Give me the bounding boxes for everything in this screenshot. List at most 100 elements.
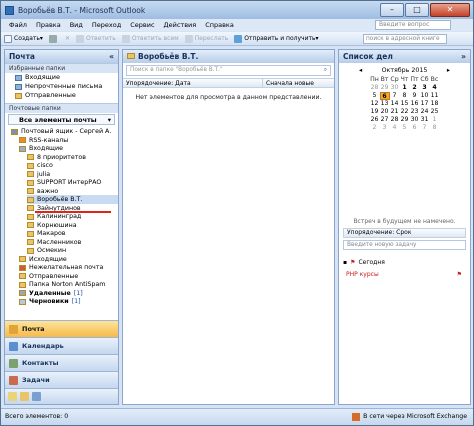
annotation-underline — [35, 211, 111, 213]
forward-button[interactable]: Переслать — [184, 34, 228, 43]
menu-edit[interactable]: Правка — [36, 21, 61, 29]
folder-title: Воробьёв В.Т. — [123, 50, 334, 63]
calendar-day[interactable]: 29 — [380, 84, 390, 92]
nav-button-tasks[interactable]: Задачи — [5, 371, 118, 388]
collapse-chevron-icon[interactable]: « — [109, 50, 114, 63]
reply-all-button[interactable]: Ответить всем — [121, 34, 179, 43]
calendar-day[interactable]: 2 — [410, 84, 420, 92]
calendar-day[interactable]: 7 — [390, 92, 400, 100]
calendar-day[interactable]: 20 — [380, 108, 390, 116]
folder-list-icon[interactable] — [20, 392, 29, 401]
folder-icon — [27, 196, 34, 203]
calendar-day[interactable]: 1 — [400, 84, 410, 92]
unread-count: [1] — [71, 298, 81, 305]
contacts-icon — [9, 359, 18, 368]
favorite-sent[interactable]: Отправленные — [5, 91, 118, 100]
calendar-day[interactable]: 15 — [400, 100, 410, 108]
delete-icon: ✕ — [64, 35, 70, 42]
calendar-day[interactable]: 5 — [370, 92, 380, 100]
calendar-day[interactable]: 7 — [420, 124, 430, 132]
delete-button[interactable]: ✕ — [65, 35, 70, 42]
calendar-day[interactable]: 11 — [430, 92, 440, 100]
calendar-day[interactable]: 31 — [420, 116, 430, 124]
menu-go[interactable]: Переход — [92, 21, 121, 29]
calendar-day[interactable]: 24 — [420, 108, 430, 116]
calendar-day[interactable]: 22 — [400, 108, 410, 116]
calendar-day[interactable]: 26 — [370, 116, 380, 124]
nav-button-contacts[interactable]: Контакты — [5, 354, 118, 371]
menu-tools[interactable]: Сервис — [130, 21, 154, 29]
calendar-day[interactable]: 30 — [410, 116, 420, 124]
item-count: Всего элементов: 0 — [5, 413, 69, 420]
calendar-day[interactable]: 13 — [380, 100, 390, 108]
print-button[interactable] — [48, 34, 59, 43]
folder-item[interactable]: Черновики [1] — [19, 297, 118, 306]
calendar-day[interactable]: 19 — [370, 108, 380, 116]
reply-button[interactable]: Ответить — [75, 34, 116, 43]
notes-icon[interactable] — [8, 392, 17, 401]
calendar-day[interactable]: 28 — [370, 84, 380, 92]
calendar-day[interactable]: 12 — [370, 100, 380, 108]
folder-search-input[interactable]: Поиск в папке "Воробьёв В.Т." ⌕ — [126, 65, 331, 76]
task-item[interactable]: PHP курсы ⚑ — [343, 270, 466, 280]
calendar-day[interactable]: 10 — [420, 92, 430, 100]
calendar-icon — [9, 342, 18, 351]
help-question-input[interactable]: Введите вопрос — [375, 20, 451, 30]
task-group-today[interactable]: ▪ ⚑ Сегодня — [343, 258, 466, 268]
calendar-day[interactable]: 25 — [430, 108, 440, 116]
new-button[interactable]: Создать ▾ — [4, 34, 43, 43]
prev-month-icon[interactable]: ◂ — [359, 67, 362, 74]
date-navigator: ◂ Октябрь 2015 ▸ Пн Вт Ср Чт Пт Сб Вс 28 29 30 1 2 3 4 5… — [345, 67, 464, 132]
all-mail-items-dropdown[interactable]: Все элементы почты ▾ — [8, 114, 115, 125]
expand-chevron-icon[interactable]: » — [461, 50, 466, 63]
nav-button-mail[interactable]: Почта — [5, 320, 118, 337]
menu-file[interactable]: Файл — [9, 21, 27, 29]
next-month-icon[interactable]: ▸ — [447, 67, 450, 74]
calendar-day[interactable]: 29 — [400, 116, 410, 124]
calendar-day[interactable]: 6 — [379, 92, 390, 100]
task-flag-icon[interactable]: ⚑ — [457, 270, 462, 280]
calendar-day[interactable]: 27 — [380, 116, 390, 124]
calendar-day[interactable]: 3 — [420, 84, 430, 92]
calendar-day[interactable]: 2 — [370, 124, 380, 132]
calendar-day[interactable]: 4 — [390, 124, 400, 132]
search-icon[interactable]: ⌕ — [324, 66, 327, 75]
calendar-day[interactable]: 8 — [400, 92, 410, 100]
calendar-day[interactable]: 16 — [410, 100, 420, 108]
address-book-search[interactable]: поиск в адресной книге — [363, 34, 447, 44]
favorite-inbox[interactable]: Входящие — [5, 73, 118, 82]
calendar-day[interactable]: 30 — [390, 84, 400, 92]
favorite-unread[interactable]: Непрочтенные письма — [5, 82, 118, 91]
maximize-button[interactable]: □ — [405, 3, 429, 17]
menu-actions[interactable]: Действия — [164, 21, 197, 29]
calendar-day[interactable]: 6 — [410, 124, 420, 132]
calendar-day[interactable]: 3 — [380, 124, 390, 132]
junk-icon — [19, 264, 26, 271]
close-button[interactable]: ✕ — [430, 3, 470, 17]
new-task-input[interactable]: Введите новую задачу — [343, 240, 466, 250]
calendar-day[interactable]: 21 — [390, 108, 400, 116]
calendar-day[interactable]: 23 — [410, 108, 420, 116]
minimize-button[interactable]: – — [380, 3, 404, 17]
calendar-day[interactable]: 17 — [420, 100, 430, 108]
calendar-day[interactable]: 5 — [400, 124, 410, 132]
calendar-day[interactable]: 18 — [430, 100, 440, 108]
calendar-day[interactable]: 28 — [390, 116, 400, 124]
calendar-day[interactable]: 1 — [430, 116, 440, 124]
weekday-label: Ср — [390, 76, 399, 83]
nav-button-calendar[interactable]: Календарь — [5, 337, 118, 354]
calendar-day[interactable]: 9 — [410, 92, 420, 100]
shortcuts-icon[interactable] — [32, 392, 41, 401]
calendar-day[interactable]: 8 — [430, 124, 440, 132]
send-receive-button[interactable]: Отправить и получить ▾ — [234, 34, 319, 43]
arrange-by-header[interactable]: Упорядочение: Дата — [123, 79, 263, 87]
calendar-day[interactable]: 14 — [390, 100, 400, 108]
sort-order-header[interactable]: Сначала новые — [263, 79, 314, 87]
weekday-label: Вт — [380, 76, 389, 83]
task-arrange-header[interactable]: Упорядочение: Срок — [343, 228, 466, 238]
weekday-label: Вс — [430, 76, 439, 83]
menu-help[interactable]: Справка — [205, 21, 234, 29]
calendar-day[interactable]: 4 — [430, 84, 440, 92]
menu-view[interactable]: Вид — [70, 21, 83, 29]
flag-icon: ⚑ — [350, 259, 356, 266]
